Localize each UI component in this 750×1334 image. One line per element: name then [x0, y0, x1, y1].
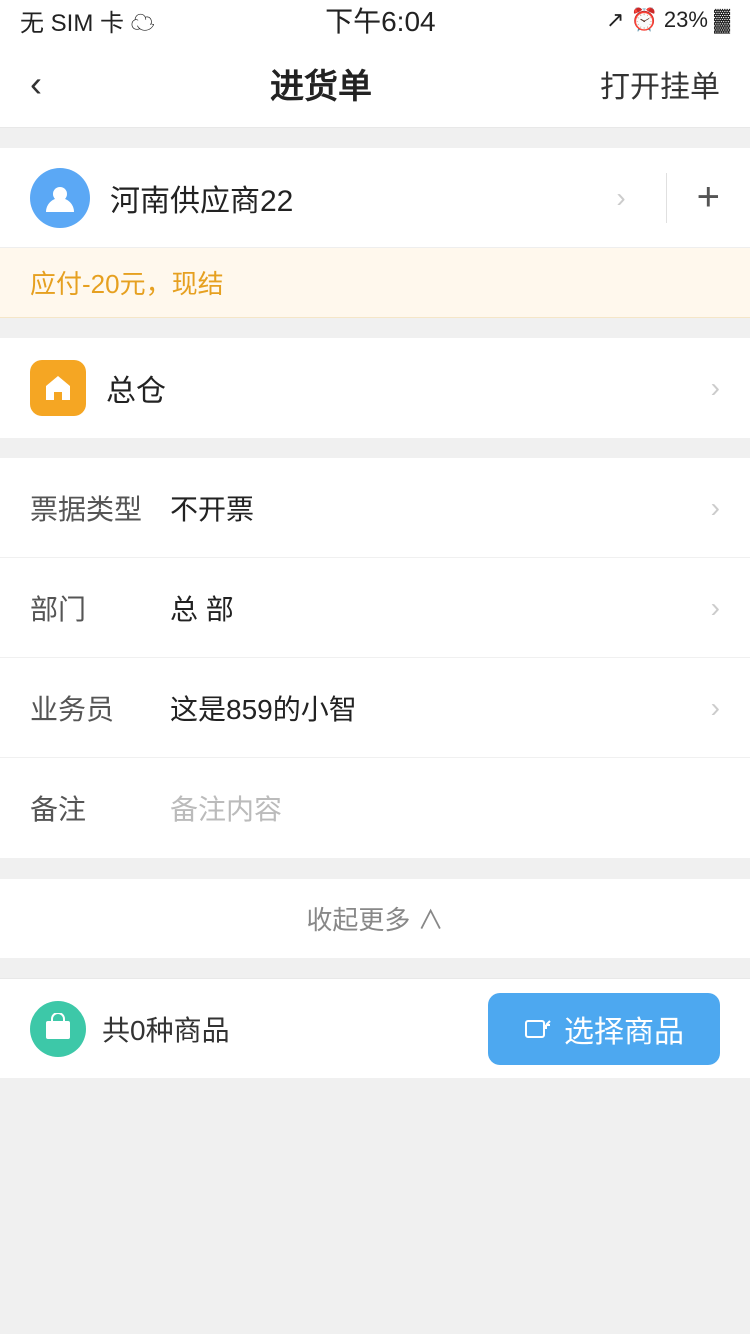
department-value: 总 部: [170, 588, 711, 628]
invoice-type-row[interactable]: 票据类型 不开票 ›: [0, 458, 750, 558]
salesperson-chevron-icon: ›: [711, 692, 720, 724]
location-icon: ↗: [606, 7, 624, 33]
warehouse-section[interactable]: 总仓 ›: [0, 338, 750, 438]
supplier-divider: [666, 173, 667, 223]
notice-bar: 应付-20元，现结: [0, 248, 750, 318]
department-chevron-icon: ›: [711, 592, 720, 624]
invoice-type-label: 票据类型: [30, 488, 170, 528]
warehouse-icon: [30, 360, 86, 416]
collapse-label: 收起更多 ∧: [306, 900, 443, 937]
page-title: 进货单: [270, 59, 372, 108]
product-count: 共0种商品: [102, 1009, 488, 1049]
status-right: ↗ ⏰ 23% ▓: [606, 7, 730, 33]
nav-bar: ‹ 进货单 打开挂单: [0, 40, 750, 128]
supplier-avatar: [30, 168, 90, 228]
salesperson-value: 这是859的小智: [170, 688, 711, 728]
supplier-section[interactable]: 河南供应商22 › +: [0, 148, 750, 248]
select-product-button[interactable]: 选择商品: [488, 993, 720, 1065]
alarm-icon: ⏰: [630, 7, 657, 33]
warehouse-chevron-icon: ›: [711, 372, 720, 404]
remark-label: 备注: [30, 788, 170, 828]
supplier-name: 河南供应商22: [110, 176, 616, 220]
department-row[interactable]: 部门 总 部 ›: [0, 558, 750, 658]
status-bar: 无 SIM 卡 ☁ 下午6:04 ↗ ⏰ 23% ▓: [0, 0, 750, 40]
remark-input[interactable]: 备注内容: [170, 788, 720, 828]
select-product-icon: [524, 1015, 552, 1043]
salesperson-row[interactable]: 业务员 这是859的小智 ›: [0, 658, 750, 758]
form-section: 票据类型 不开票 › 部门 总 部 › 业务员 这是859的小智 › 备注 备注…: [0, 458, 750, 858]
collapse-bar[interactable]: 收起更多 ∧: [0, 878, 750, 958]
invoice-type-value: 不开票: [170, 488, 711, 528]
status-time: 下午6:04: [325, 0, 436, 40]
warehouse-name: 总仓: [106, 366, 711, 410]
select-product-label: 选择商品: [564, 1007, 684, 1051]
bottom-bar: 共0种商品 选择商品: [0, 978, 750, 1078]
open-pending-button[interactable]: 打开挂单: [600, 62, 720, 106]
add-supplier-button[interactable]: +: [697, 175, 720, 220]
sim-status: 无 SIM 卡 ☁: [20, 3, 155, 38]
salesperson-label: 业务员: [30, 688, 170, 728]
invoice-type-chevron-icon: ›: [711, 492, 720, 524]
department-label: 部门: [30, 588, 170, 628]
notice-text: 应付-20元，现结: [30, 269, 224, 299]
product-icon: [30, 1001, 86, 1057]
battery-level: 23%: [664, 7, 708, 33]
supplier-chevron-icon: ›: [616, 182, 625, 214]
back-button[interactable]: ‹: [30, 63, 42, 105]
status-left: 无 SIM 卡 ☁: [20, 3, 155, 38]
section-gap-2: [0, 318, 750, 338]
remark-row[interactable]: 备注 备注内容: [0, 758, 750, 858]
battery-icon: ▓: [714, 7, 730, 33]
section-gap-1: [0, 128, 750, 148]
gray-fill: [0, 1078, 750, 1318]
